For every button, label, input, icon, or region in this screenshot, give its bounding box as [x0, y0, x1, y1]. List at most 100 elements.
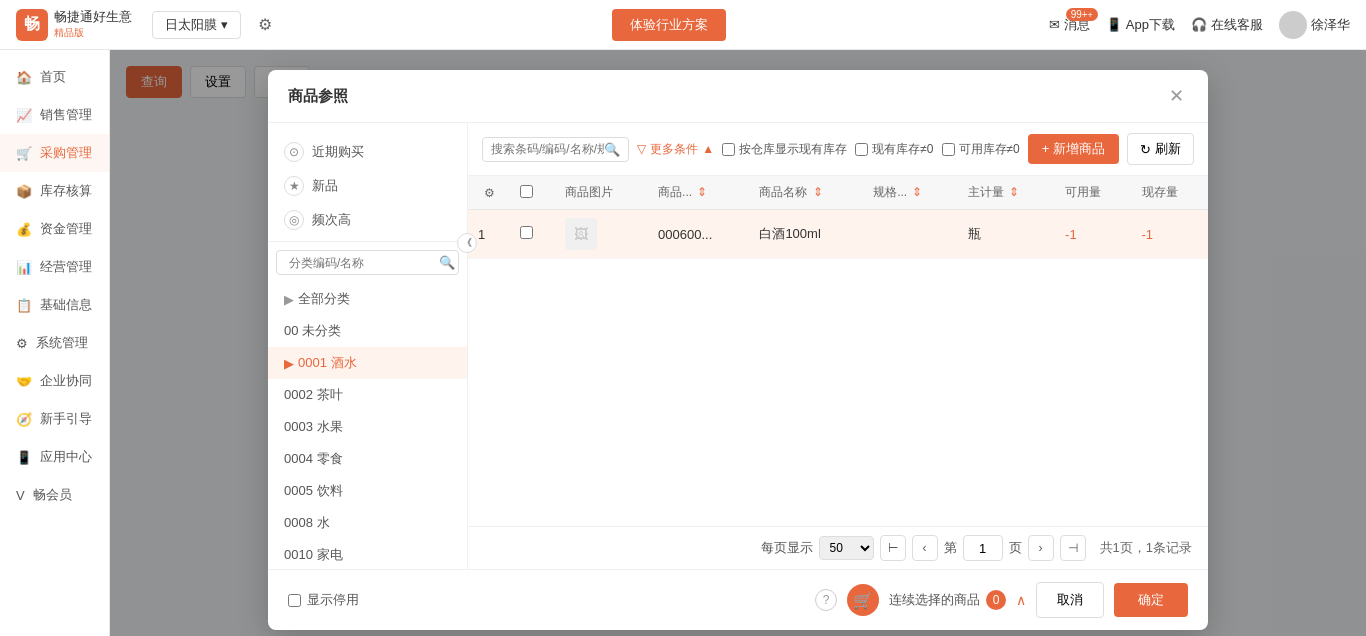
new-icon: ★: [284, 176, 304, 196]
app-download-item[interactable]: 📱 App下载: [1106, 16, 1175, 34]
message-item[interactable]: ✉ 消息 99++: [1049, 16, 1090, 34]
row-checkbox[interactable]: [520, 226, 533, 239]
add-product-button[interactable]: + 新增商品: [1028, 134, 1119, 164]
user-item[interactable]: 徐泽华: [1279, 11, 1350, 39]
sidebar-label-purchase: 采购管理: [40, 144, 92, 162]
modal-footer: 显示停用 ? 🛒 连续选择的商品 0 ∧ 取消 确定: [268, 569, 1208, 630]
category-list: ▶ 全部分类 00 未分类 ▶ 0001 酒水 0002 茶: [268, 283, 467, 561]
cat-appliance-label: 0010 家电: [284, 546, 343, 561]
product-reference-modal: 商品参照 ✕ ⊙ 近期购买 ★: [268, 70, 1208, 630]
sidebar-item-inventory[interactable]: 📦 库存核算: [0, 172, 109, 210]
col-code[interactable]: 商品... ⇕: [648, 176, 749, 210]
branch-arrow-icon: ▾: [221, 17, 228, 32]
confirm-button[interactable]: 确定: [1114, 583, 1188, 617]
quick-nav-new[interactable]: ★ 新品: [268, 169, 467, 203]
filter-icon: ▽: [637, 142, 646, 156]
modal-right-panel: 🔍 ▽ 更多条件 ▲ 按仓库显示现有库存: [468, 123, 1208, 569]
cat-all-label: 全部分类: [298, 290, 350, 308]
sidebar-item-finance[interactable]: 💰 资金管理: [0, 210, 109, 248]
existing-stock-checkbox[interactable]: [855, 143, 868, 156]
col-unit[interactable]: 主计量 ⇕: [958, 176, 1055, 210]
thumb-placeholder-icon: 🖼: [574, 226, 588, 242]
cat-item-liquor[interactable]: ▶ 0001 酒水: [268, 347, 467, 379]
warehouse-checkbox[interactable]: [722, 143, 735, 156]
modal-body: ⊙ 近期购买 ★ 新品 ◎ 频次高: [268, 123, 1208, 569]
prev-page-button[interactable]: ‹: [912, 535, 938, 561]
col-spec[interactable]: 规格... ⇕: [863, 176, 958, 210]
cat-item-fruit[interactable]: 0003 水果: [268, 411, 467, 443]
last-page-button[interactable]: ⊣: [1060, 535, 1086, 561]
col-name-label: 商品名称: [759, 185, 807, 199]
category-search-icon[interactable]: 🔍: [439, 255, 455, 270]
table-row[interactable]: 1 🖼: [468, 210, 1208, 259]
more-conditions-button[interactable]: ▽ 更多条件 ▲: [637, 141, 714, 158]
page-suffix-label: 页: [1009, 539, 1022, 557]
product-search-icon[interactable]: 🔍: [604, 142, 620, 157]
col-name[interactable]: 商品名称 ⇕: [749, 176, 863, 210]
branch-selector[interactable]: 日太阳膜 ▾: [152, 11, 241, 39]
nav-right: ✉ 消息 99++ 📱 App下载 🎧 在线客服 徐泽华: [1049, 11, 1350, 39]
available-stock-checkbox[interactable]: [942, 143, 955, 156]
cancel-button[interactable]: 取消: [1036, 582, 1104, 618]
category-search-input[interactable]: [289, 256, 439, 270]
message-icon: ✉: [1049, 17, 1060, 32]
page-number-input[interactable]: [963, 535, 1003, 561]
row-unit: 瓶: [958, 210, 1055, 259]
sidebar-item-home[interactable]: 🏠 首页: [0, 58, 109, 96]
quick-nav-recent[interactable]: ⊙ 近期购买: [268, 135, 467, 169]
branch-label: 日太阳膜: [165, 16, 217, 34]
sidebar-item-sales[interactable]: 📈 销售管理: [0, 96, 109, 134]
help-icon[interactable]: ?: [815, 589, 837, 611]
member-icon: V: [16, 488, 25, 503]
row-image-cell: 🖼: [555, 210, 648, 259]
cat-item-water[interactable]: 0008 水: [268, 507, 467, 539]
show-disabled-label: 显示停用: [307, 591, 359, 609]
business-icon: 📊: [16, 260, 32, 275]
sidebar: 🏠 首页 📈 销售管理 🛒 采购管理 📦 库存核算 💰 资金管理 📊 经营管理 …: [0, 50, 110, 636]
quick-nav-frequent[interactable]: ◎ 频次高: [268, 203, 467, 237]
cat-item-uncategorized[interactable]: 00 未分类: [268, 315, 467, 347]
product-search-input[interactable]: [491, 142, 604, 156]
online-service-item[interactable]: 🎧 在线客服: [1191, 16, 1263, 34]
user-avatar: [1279, 11, 1307, 39]
trial-button[interactable]: 体验行业方案: [612, 9, 726, 41]
sidebar-label-guide: 新手引导: [40, 410, 92, 428]
home-icon: 🏠: [16, 70, 32, 85]
existing-stock-label: 现有库存≠0: [872, 141, 933, 158]
cart-icon[interactable]: 🛒: [847, 584, 879, 616]
cat-item-snack[interactable]: 0004 零食: [268, 443, 467, 475]
cat-item-tea[interactable]: 0002 茶叶: [268, 379, 467, 411]
sidebar-item-basic[interactable]: 📋 基础信息: [0, 286, 109, 324]
show-disabled-checkbox[interactable]: [288, 594, 301, 607]
cat-item-all[interactable]: ▶ 全部分类: [268, 283, 467, 315]
product-table-wrap: ⚙ 商品图片 商品... ⇕: [468, 176, 1208, 526]
cat-water-label: 0008 水: [284, 514, 330, 532]
sidebar-item-member[interactable]: V 畅会员: [0, 476, 109, 514]
sidebar-item-apps[interactable]: 📱 应用中心: [0, 438, 109, 476]
collapse-panel-button[interactable]: 《: [457, 233, 477, 253]
category-search-wrap: 🔍: [276, 250, 459, 275]
sidebar-label-business: 经营管理: [40, 258, 92, 276]
cat-item-beverage[interactable]: 0005 饮料: [268, 475, 467, 507]
sidebar-item-system[interactable]: ⚙ 系统管理: [0, 324, 109, 362]
sidebar-item-enterprise[interactable]: 🤝 企业协同: [0, 362, 109, 400]
footer-collapse-button[interactable]: ∧: [1016, 592, 1026, 608]
sidebar-item-purchase[interactable]: 🛒 采购管理: [0, 134, 109, 172]
sidebar-item-guide[interactable]: 🧭 新手引导: [0, 400, 109, 438]
settings-icon[interactable]: ⚙: [249, 9, 281, 41]
row-code: 000600...: [648, 210, 749, 259]
enterprise-icon: 🤝: [16, 374, 32, 389]
logo-icon: 畅: [16, 9, 48, 41]
modal-close-button[interactable]: ✕: [1164, 84, 1188, 108]
per-page-select[interactable]: 50 100 200: [819, 536, 874, 560]
row-available: -1: [1055, 210, 1131, 259]
col-settings[interactable]: ⚙: [468, 176, 510, 210]
apps-icon: 📱: [16, 450, 32, 465]
next-page-button[interactable]: ›: [1028, 535, 1054, 561]
refresh-button[interactable]: ↻ 刷新: [1127, 133, 1194, 165]
sidebar-item-business[interactable]: 📊 经营管理: [0, 248, 109, 286]
cat-item-appliance[interactable]: 0010 家电: [268, 539, 467, 561]
select-all-checkbox[interactable]: [520, 185, 533, 198]
first-page-button[interactable]: ⊢: [880, 535, 906, 561]
filter-existing-stock: 现有库存≠0: [855, 141, 933, 158]
